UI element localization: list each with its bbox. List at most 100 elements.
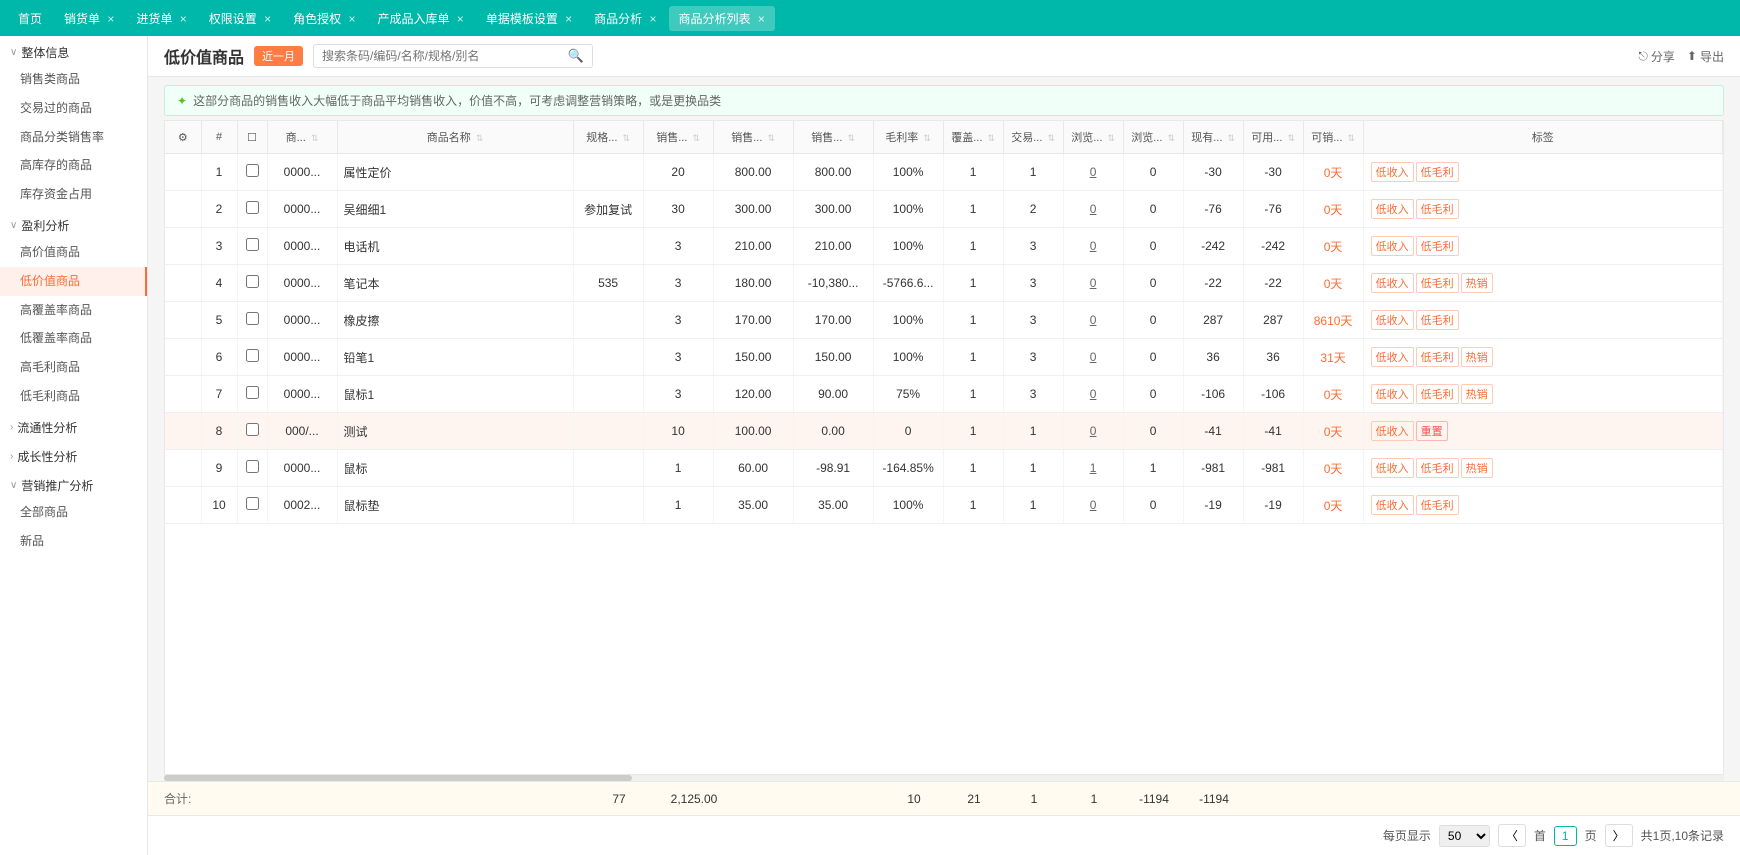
td-expand[interactable] — [165, 413, 201, 450]
td-check[interactable] — [237, 302, 267, 339]
row-checkbox[interactable] — [246, 497, 259, 510]
nav-home[interactable]: 首页 — [8, 6, 52, 31]
row-checkbox[interactable] — [246, 386, 259, 399]
sidebar-group-profit[interactable]: ∨ 盈利分析 — [0, 209, 147, 238]
row-checkbox[interactable] — [246, 164, 259, 177]
row-checkbox[interactable] — [246, 238, 259, 251]
browse-link[interactable]: 0 — [1090, 202, 1097, 216]
th-browse2[interactable]: 浏览... ⇅ — [1123, 121, 1183, 154]
th-code[interactable]: 商... ⇅ — [267, 121, 337, 154]
th-sales1[interactable]: 销售... ⇅ — [643, 121, 713, 154]
sidebar-item-high-margin[interactable]: 高毛利商品 — [0, 353, 147, 382]
row-checkbox[interactable] — [246, 460, 259, 473]
td-expand[interactable] — [165, 302, 201, 339]
td-col7[interactable]: 0 — [1063, 228, 1123, 265]
sidebar-item-category-sales-rate[interactable]: 商品分类销售率 — [0, 123, 147, 152]
sidebar-item-new-products[interactable]: 新品 — [0, 527, 147, 556]
search-input[interactable] — [322, 49, 564, 63]
td-check[interactable] — [237, 154, 267, 191]
row-checkbox[interactable] — [246, 275, 259, 288]
th-checkbox[interactable]: ☐ — [237, 121, 267, 154]
browse-link[interactable]: 0 — [1090, 350, 1097, 364]
browse-link[interactable]: 0 — [1090, 276, 1097, 290]
td-expand[interactable] — [165, 487, 201, 524]
nav-product-storage[interactable]: 产成品入库单 × — [367, 6, 473, 31]
sidebar-item-low-coverage[interactable]: 低覆盖率商品 — [0, 324, 147, 353]
td-check[interactable] — [237, 265, 267, 302]
td-expand[interactable] — [165, 376, 201, 413]
th-margin-rate[interactable]: 毛利率 ⇅ — [873, 121, 943, 154]
td-col7[interactable]: 0 — [1063, 413, 1123, 450]
browse-link[interactable]: 0 — [1090, 165, 1097, 179]
row-checkbox[interactable] — [246, 201, 259, 214]
td-check[interactable] — [237, 450, 267, 487]
row-checkbox[interactable] — [246, 312, 259, 325]
first-page-btn[interactable]: 〈 — [1498, 824, 1526, 847]
row-checkbox[interactable] — [246, 423, 259, 436]
td-expand[interactable] — [165, 154, 201, 191]
browse-link[interactable]: 0 — [1090, 424, 1097, 438]
sidebar-group-overall[interactable]: ∨ 整体信息 — [0, 36, 147, 65]
search-icon[interactable]: 🔍 — [568, 48, 584, 64]
export-button[interactable]: ⬆ 导出 — [1687, 48, 1724, 65]
td-check[interactable] — [237, 191, 267, 228]
td-col7[interactable]: 0 — [1063, 191, 1123, 228]
sidebar-group-growth[interactable]: › 成长性分析 — [0, 440, 147, 469]
browse-link[interactable]: 0 — [1090, 313, 1097, 327]
nav-sales-order[interactable]: 销货单 × — [54, 6, 124, 31]
next-page-btn[interactable]: 〉 — [1605, 824, 1633, 847]
td-check[interactable] — [237, 339, 267, 376]
th-sales3[interactable]: 销售... ⇅ — [793, 121, 873, 154]
th-sales2[interactable]: 销售... ⇅ — [713, 121, 793, 154]
sidebar-group-circulation[interactable]: › 流通性分析 — [0, 411, 147, 440]
sidebar-item-low-margin[interactable]: 低毛利商品 — [0, 382, 147, 411]
th-settings[interactable]: ⚙ — [165, 121, 201, 154]
td-expand[interactable] — [165, 265, 201, 302]
td-col7[interactable]: 0 — [1063, 339, 1123, 376]
td-col7[interactable]: 0 — [1063, 302, 1123, 339]
sidebar-item-low-value[interactable]: 低价值商品 — [0, 267, 147, 296]
share-button[interactable]: ⎋ 分享 — [1638, 48, 1675, 65]
td-expand[interactable] — [165, 339, 201, 376]
table-container[interactable]: ⚙ # ☐ 商... ⇅ 商品名称 ⇅ 规格... ⇅ 销售... ⇅ 销售..… — [164, 120, 1724, 775]
row-checkbox[interactable] — [246, 349, 259, 362]
td-col7[interactable]: 0 — [1063, 376, 1123, 413]
td-check[interactable] — [237, 413, 267, 450]
nav-product-analysis[interactable]: 商品分析 × — [584, 6, 666, 31]
th-coverage[interactable]: 覆盖... ⇅ — [943, 121, 1003, 154]
th-transactions[interactable]: 交易... ⇅ — [1003, 121, 1063, 154]
td-col7[interactable]: 1 — [1063, 450, 1123, 487]
td-col7[interactable]: 0 — [1063, 154, 1123, 191]
browse-link[interactable]: 0 — [1090, 387, 1097, 401]
th-saleable-stock[interactable]: 可销... ⇅ — [1303, 121, 1363, 154]
sidebar-item-stock-capital[interactable]: 库存资金占用 — [0, 180, 147, 209]
per-page-select[interactable]: 50 100 — [1439, 825, 1490, 847]
browse-link[interactable]: 0 — [1090, 498, 1097, 512]
td-expand[interactable] — [165, 191, 201, 228]
td-check[interactable] — [237, 487, 267, 524]
filter-button[interactable]: 近一月 — [254, 46, 303, 66]
nav-permissions[interactable]: 权限设置 × — [199, 6, 281, 31]
sidebar-group-marketing[interactable]: ∨ 营销推广分析 — [0, 469, 147, 498]
td-check[interactable] — [237, 376, 267, 413]
th-name[interactable]: 商品名称 ⇅ — [337, 121, 573, 154]
td-col7[interactable]: 0 — [1063, 487, 1123, 524]
th-spec[interactable]: 规格... ⇅ — [573, 121, 643, 154]
nav-purchase-order[interactable]: 进货单 × — [126, 6, 196, 31]
th-available-stock[interactable]: 可用... ⇅ — [1243, 121, 1303, 154]
sidebar-item-sales-products[interactable]: 销售类商品 — [0, 65, 147, 94]
td-expand[interactable] — [165, 228, 201, 265]
nav-product-analysis-list[interactable]: 商品分析列表 × — [669, 6, 775, 31]
td-col7[interactable]: 0 — [1063, 265, 1123, 302]
th-current-stock[interactable]: 现有... ⇅ — [1183, 121, 1243, 154]
browse-link[interactable]: 1 — [1090, 461, 1097, 475]
sidebar-item-high-coverage[interactable]: 高覆盖率商品 — [0, 296, 147, 325]
th-browse1[interactable]: 浏览... ⇅ — [1063, 121, 1123, 154]
current-page[interactable]: 1 — [1554, 826, 1577, 846]
nav-role-auth[interactable]: 角色授权 × — [283, 6, 365, 31]
sidebar-item-all-products[interactable]: 全部商品 — [0, 498, 147, 527]
sidebar-item-high-value[interactable]: 高价值商品 — [0, 238, 147, 267]
browse-link[interactable]: 0 — [1090, 239, 1097, 253]
td-expand[interactable] — [165, 450, 201, 487]
td-check[interactable] — [237, 228, 267, 265]
